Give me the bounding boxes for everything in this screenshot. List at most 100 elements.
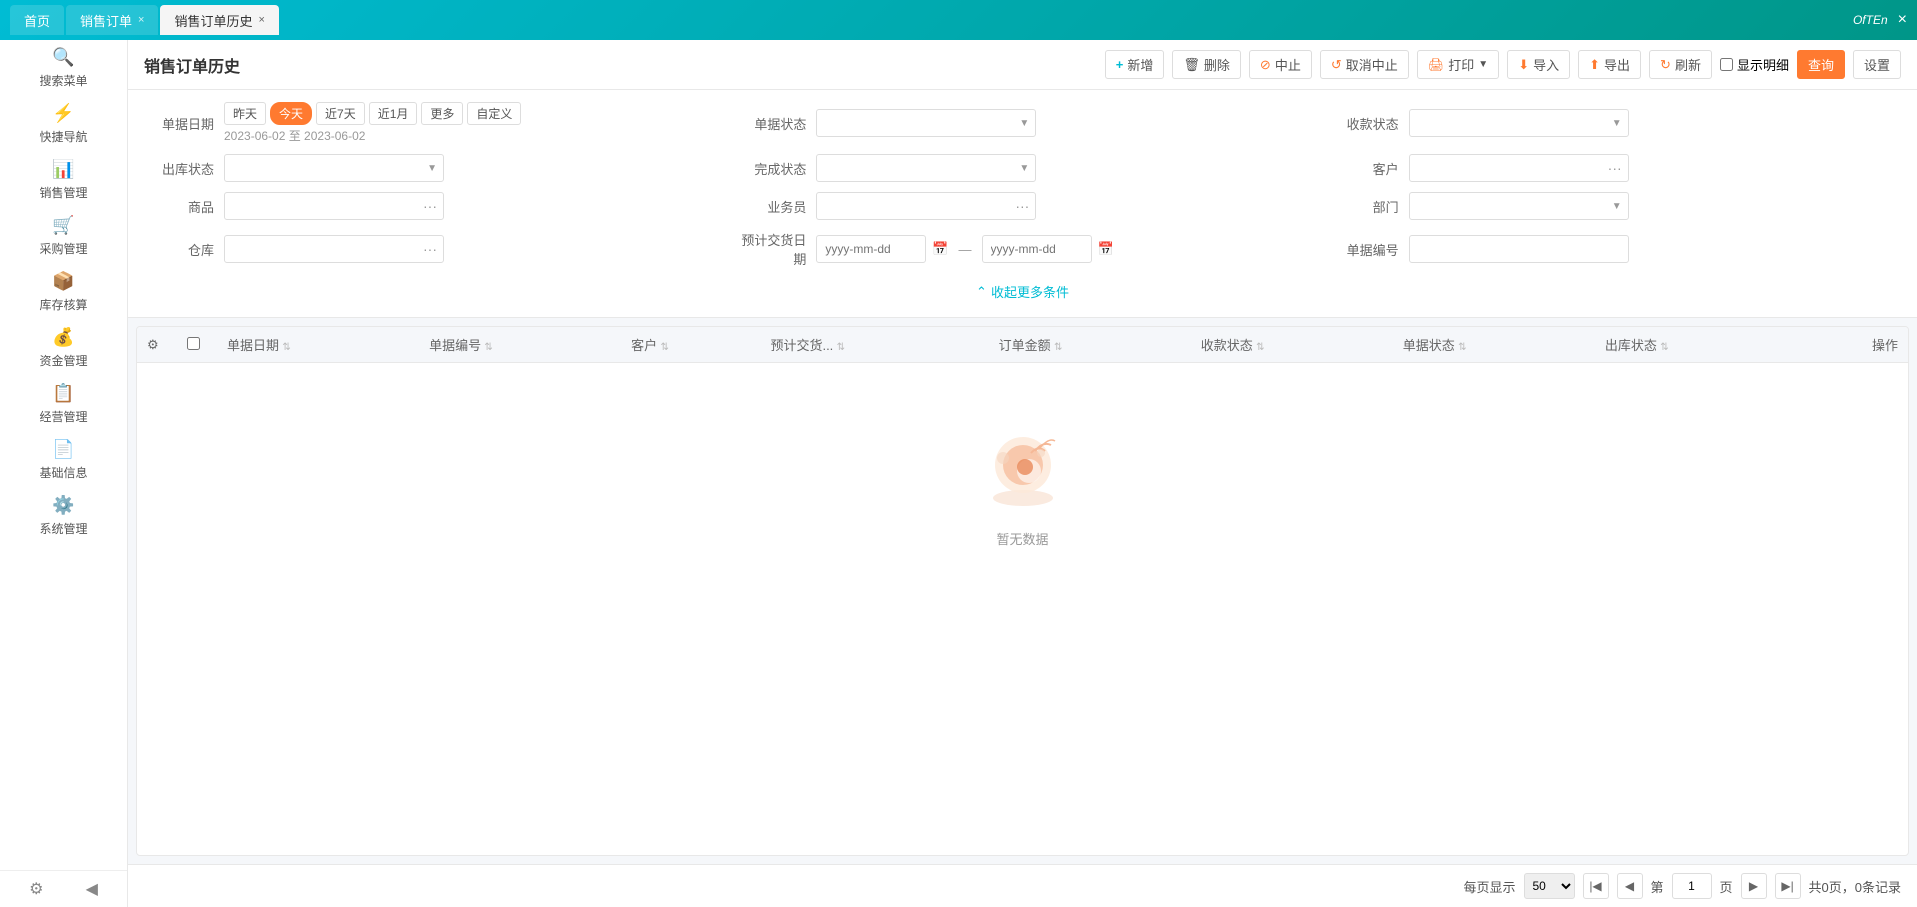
customer-select[interactable]: ··· xyxy=(1409,154,1629,182)
tab-sales-history[interactable]: 销售订单历史 × xyxy=(160,5,278,35)
date-btn-yesterday[interactable]: 昨天 xyxy=(224,102,266,125)
close-window-btn[interactable]: × xyxy=(1898,11,1907,29)
sidebar-item-basic-info[interactable]: 📄 基础信息 xyxy=(0,432,127,488)
salesperson-dots-icon[interactable]: ··· xyxy=(1015,198,1029,214)
tab-sales-history-close[interactable]: × xyxy=(258,14,264,26)
date-btn-7days[interactable]: 近7天 xyxy=(316,102,365,125)
last-page-btn[interactable]: ▶| xyxy=(1775,873,1801,899)
sidebar-collapse-icon[interactable]: ◀ xyxy=(86,879,98,899)
sidebar-item-purchase-mgmt[interactable]: 🛒 采购管理 xyxy=(0,208,127,264)
calendar-start-icon[interactable]: 📅 xyxy=(932,241,948,257)
col-out-status[interactable]: 出库状态 ⇅ xyxy=(1595,327,1797,363)
out-status-select[interactable]: ▼ xyxy=(224,154,444,182)
empty-illustration xyxy=(973,423,1073,513)
date-label: 单据日期 xyxy=(144,114,224,133)
export-button[interactable]: ⬆ 导出 xyxy=(1578,50,1641,79)
sidebar-item-basic-info-label: 基础信息 xyxy=(39,464,87,481)
collapse-row[interactable]: ⌃ 收起更多条件 xyxy=(144,278,1901,305)
salesperson-label: 业务员 xyxy=(736,197,816,216)
export-icon: ⬆ xyxy=(1589,57,1600,73)
add-button[interactable]: + 新增 xyxy=(1105,50,1165,79)
system-icon: ⚙️ xyxy=(52,495,74,516)
col-order-no[interactable]: 单据编号 ⇅ xyxy=(419,327,621,363)
next-page-btn[interactable]: ▶ xyxy=(1741,873,1767,899)
customer-dots-icon[interactable]: ··· xyxy=(1608,160,1622,176)
col-checkbox[interactable] xyxy=(177,327,217,363)
purchase-mgmt-icon: 🛒 xyxy=(52,215,74,236)
table-settings-icon[interactable]: ⚙ xyxy=(147,337,159,352)
stop-icon: ⊘ xyxy=(1260,57,1271,73)
sidebar-item-sales-mgmt-label: 销售管理 xyxy=(39,184,87,201)
stop-button[interactable]: ⊘ 中止 xyxy=(1249,50,1312,79)
date-btn-today[interactable]: 今天 xyxy=(270,102,312,125)
warehouse-dots-icon[interactable]: ··· xyxy=(423,241,437,257)
query-button[interactable]: 查询 xyxy=(1797,50,1845,79)
col-date[interactable]: 单据日期 ⇅ xyxy=(217,327,419,363)
goods-dots-icon[interactable]: ··· xyxy=(423,198,437,214)
delivery-date-start-input[interactable] xyxy=(816,235,926,263)
col-receipt-status[interactable]: 收款状态 ⇅ xyxy=(1191,327,1393,363)
page-suffix: 页 xyxy=(1720,877,1733,896)
order-no-input[interactable] xyxy=(1409,235,1629,263)
operations-icon: 📋 xyxy=(52,383,74,404)
table-header-row: ⚙ 单据日期 ⇅ 单据编号 ⇅ xyxy=(137,327,1908,363)
sidebar-item-quick-nav[interactable]: ⚡ 快捷导航 xyxy=(0,96,127,152)
dept-select[interactable]: ▼ xyxy=(1409,192,1629,220)
col-order-status[interactable]: 单据状态 ⇅ xyxy=(1393,327,1595,363)
tab-home[interactable]: 首页 xyxy=(10,5,64,35)
tab-sales-order-label: 销售订单 xyxy=(80,11,132,30)
complete-status-select[interactable]: ▼ xyxy=(816,154,1036,182)
delivery-date-end-input[interactable] xyxy=(982,235,1092,263)
receipt-status-select[interactable]: ▼ xyxy=(1409,109,1629,137)
select-all-checkbox[interactable] xyxy=(187,337,200,350)
sidebar-item-finance[interactable]: 💰 资金管理 xyxy=(0,320,127,376)
goods-select[interactable]: ··· xyxy=(224,192,444,220)
warehouse-select[interactable]: ··· xyxy=(224,235,444,263)
sort-order-status-icon: ⇅ xyxy=(1458,342,1466,353)
complete-status-chevron: ▼ xyxy=(1019,163,1029,174)
order-status-select[interactable]: ▼ xyxy=(816,109,1036,137)
sidebar-item-system[interactable]: ⚙️ 系统管理 xyxy=(0,488,127,544)
sidebar-item-sales-mgmt[interactable]: 📊 销售管理 xyxy=(0,152,127,208)
delete-button[interactable]: 🗑 删除 xyxy=(1172,50,1241,79)
filter-row-2: 出库状态 ▼ 完成状态 ▼ 客户 xyxy=(144,154,1901,182)
receipt-status-field: ▼ xyxy=(1409,109,1901,137)
date-btn-custom[interactable]: 自定义 xyxy=(467,102,521,125)
salesperson-select[interactable]: ··· xyxy=(816,192,1036,220)
page-number-input[interactable] xyxy=(1672,873,1712,899)
calendar-end-icon[interactable]: 📅 xyxy=(1098,241,1114,257)
show-detail-checkbox[interactable] xyxy=(1720,58,1733,71)
goods-field: ··· xyxy=(224,192,716,220)
date-btn-1month[interactable]: 近1月 xyxy=(369,102,418,125)
collapse-label: 收起更多条件 xyxy=(991,282,1069,301)
refresh-button[interactable]: ↻ 刷新 xyxy=(1649,50,1712,79)
date-btn-more[interactable]: 更多 xyxy=(421,102,463,125)
sidebar-item-purchase-mgmt-label: 采购管理 xyxy=(39,240,87,257)
sidebar-item-search-menu[interactable]: 🔍 搜索菜单 xyxy=(0,40,127,96)
tab-list: 首页 销售订单 × 销售订单历史 × xyxy=(10,5,1849,35)
prev-page-btn[interactable]: ◀ xyxy=(1617,873,1643,899)
per-page-select[interactable]: 50 100 200 xyxy=(1524,873,1575,899)
col-delivery[interactable]: 预计交货... ⇅ xyxy=(760,327,988,363)
date-range-text: 2023-06-02 至 2023-06-02 xyxy=(224,127,521,144)
sidebar-item-operations[interactable]: 📋 经营管理 xyxy=(0,376,127,432)
col-amount[interactable]: 订单金额 ⇅ xyxy=(989,327,1191,363)
col-customer[interactable]: 客户 ⇅ xyxy=(621,327,760,363)
import-button[interactable]: ⬇ 导入 xyxy=(1507,50,1570,79)
warehouse-field: ··· xyxy=(224,235,716,263)
data-table: ⚙ 单据日期 ⇅ 单据编号 ⇅ xyxy=(137,327,1908,363)
sidebar-item-inventory[interactable]: 📦 库存核算 xyxy=(0,264,127,320)
print-button[interactable]: 🖨 打印 ▼ xyxy=(1417,50,1499,79)
tab-sales-order-close[interactable]: × xyxy=(138,14,144,26)
col-settings[interactable]: ⚙ xyxy=(137,327,177,363)
settings-button[interactable]: 设置 xyxy=(1853,50,1901,79)
cancel-stop-icon: ↺ xyxy=(1331,57,1342,73)
customer-label: 客户 xyxy=(1329,159,1409,178)
sidebar-settings-icon[interactable]: ⚙ xyxy=(29,879,43,899)
cancel-stop-button[interactable]: ↺ 取消中止 xyxy=(1320,50,1409,79)
show-detail-wrap[interactable]: 显示明细 xyxy=(1720,55,1789,74)
filter-row-4: 仓库 ··· 预计交货日期 📅 — 📅 单据编号 xyxy=(144,230,1901,268)
first-page-btn[interactable]: |◀ xyxy=(1583,873,1609,899)
page-title: 销售订单历史 xyxy=(144,53,240,77)
tab-sales-order[interactable]: 销售订单 × xyxy=(66,5,158,35)
